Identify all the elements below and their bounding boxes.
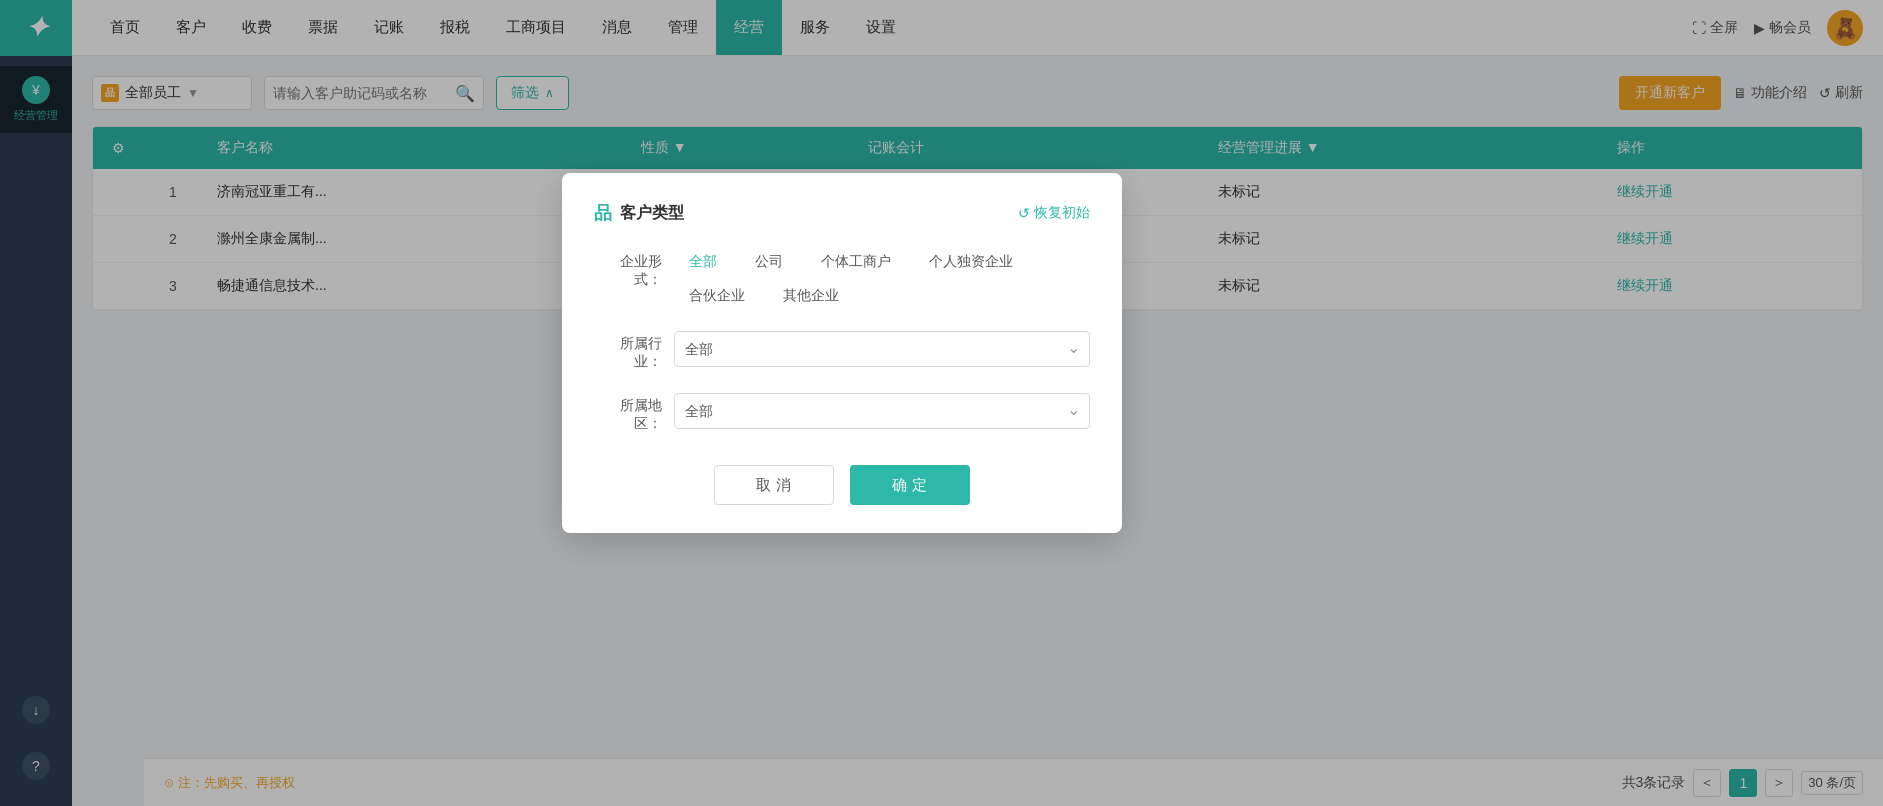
industry-select-wrapper: 全部 [674, 331, 1090, 367]
enterprise-option-all[interactable]: 全部 [674, 249, 732, 275]
enterprise-option-partnership[interactable]: 合伙企业 [674, 283, 760, 309]
confirm-button[interactable]: 确 定 [850, 465, 970, 505]
reset-button[interactable]: ↺ 恢复初始 [1018, 204, 1090, 222]
modal-footer: 取 消 确 定 [594, 465, 1090, 505]
form-row-enterprise: 企业形式： 全部 公司 个体工商户 个人独资企业 合伙企业 其他企业 [594, 249, 1090, 309]
modal-overlay[interactable]: 品 客户类型 ↺ 恢复初始 企业形式： 全部 公司 个体工商户 个人独资企业 合… [0, 0, 1883, 806]
reset-icon: ↺ [1018, 205, 1030, 221]
enterprise-option-company[interactable]: 公司 [740, 249, 798, 275]
form-row-industry: 所属行业： 全部 [594, 331, 1090, 371]
enterprise-form-options: 全部 公司 个体工商户 个人独资企业 合伙企业 其他企业 [674, 249, 1090, 309]
filter-modal: 品 客户类型 ↺ 恢复初始 企业形式： 全部 公司 个体工商户 个人独资企业 合… [562, 173, 1122, 533]
enterprise-form-label: 企业形式： [594, 249, 674, 289]
enterprise-option-other[interactable]: 其他企业 [768, 283, 854, 309]
enterprise-option-individual[interactable]: 个体工商户 [806, 249, 906, 275]
enterprise-option-sole[interactable]: 个人独资企业 [914, 249, 1028, 275]
modal-title: 品 客户类型 [594, 201, 684, 225]
industry-select[interactable]: 全部 [674, 331, 1090, 367]
modal-header: 品 客户类型 ↺ 恢复初始 [594, 201, 1090, 225]
modal-title-icon: 品 [594, 201, 612, 225]
region-select-container: 全部 [674, 393, 1090, 429]
industry-label: 所属行业： [594, 331, 674, 371]
modal-title-text: 客户类型 [620, 203, 684, 224]
cancel-button[interactable]: 取 消 [714, 465, 834, 505]
region-select[interactable]: 全部 [674, 393, 1090, 429]
form-row-region: 所属地区： 全部 [594, 393, 1090, 433]
region-label: 所属地区： [594, 393, 674, 433]
reset-label: 恢复初始 [1034, 204, 1090, 222]
industry-select-container: 全部 [674, 331, 1090, 367]
region-select-wrapper: 全部 [674, 393, 1090, 429]
